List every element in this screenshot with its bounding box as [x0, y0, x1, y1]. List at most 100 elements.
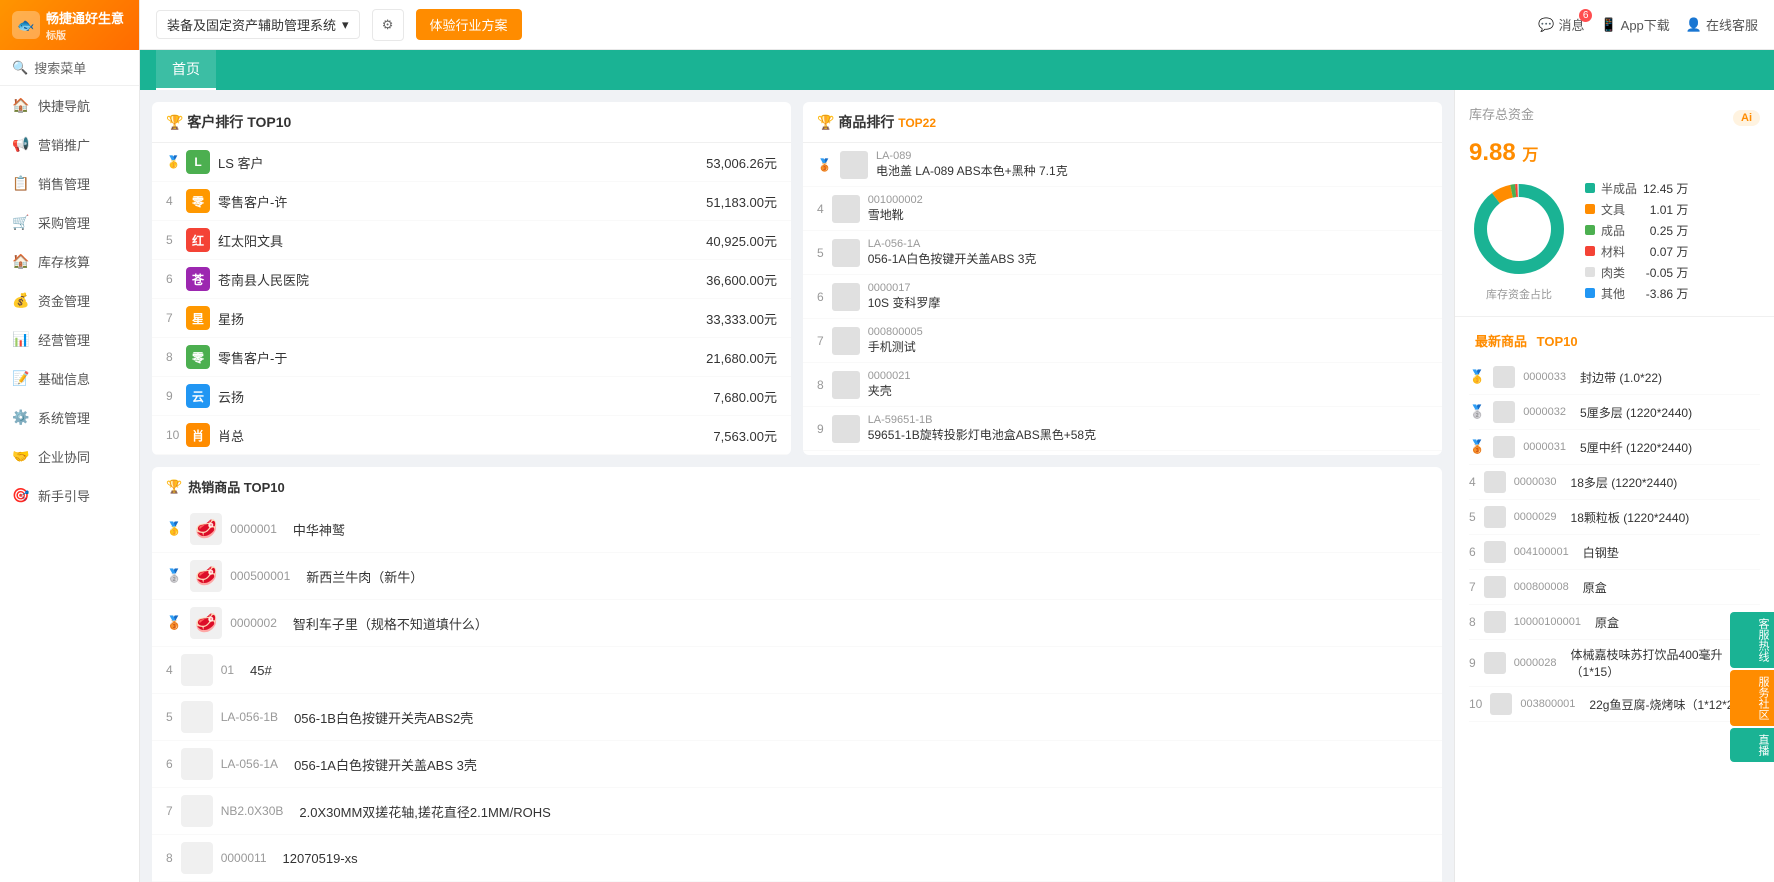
- product-code: 01: [221, 663, 234, 677]
- rank-number: 7: [1469, 580, 1476, 594]
- rank-number: 7: [817, 334, 824, 348]
- product-name: 5厘多层 (1220*2440): [1580, 404, 1760, 421]
- chart-subtitle: 库存资金占比: [1469, 286, 1569, 302]
- customer-amount: 33,333.00元: [706, 309, 777, 328]
- inventory-icon: 🏠: [12, 253, 30, 271]
- product-info: LA-056-1A 056-1A白色按键开关盖ABS 3克: [868, 238, 1428, 267]
- list-item: 8 0000011 12070519-xs: [152, 835, 1442, 882]
- sidebar: 🐟 畅捷通好生意 标版 🔍 搜索菜单 🏠 快捷导航 📢 营销推广 📋 销售管理 …: [0, 0, 140, 882]
- rank-number: 8: [817, 378, 824, 392]
- sidebar-item-system[interactable]: ⚙️ 系统管理: [0, 398, 139, 437]
- product-thumbnail: [1484, 471, 1506, 493]
- sidebar-item-guide[interactable]: 🎯 新手引导: [0, 476, 139, 515]
- rank-number: 🥉: [817, 158, 832, 172]
- product-thumbnail: [1484, 652, 1506, 674]
- sidebar-item-marketing[interactable]: 📢 营销推广: [0, 125, 139, 164]
- rank-number: 4: [166, 663, 173, 677]
- sidebar-item-label: 资金管理: [38, 291, 90, 310]
- rank-number: 9: [817, 422, 824, 436]
- sidebar-item-sales[interactable]: 📋 销售管理: [0, 164, 139, 203]
- legend-value: 1.01 万: [1650, 201, 1689, 218]
- product-thumbnail: [181, 842, 213, 874]
- search-menu-label: 搜索菜单: [34, 58, 86, 77]
- legend-dot: [1585, 267, 1595, 277]
- message-button[interactable]: 💬 消息 6: [1538, 15, 1584, 34]
- rank-icon: 🥉: [166, 615, 182, 631]
- customer-name: 苍南县人民医院: [218, 270, 706, 289]
- live-button[interactable]: 直播: [1730, 728, 1774, 762]
- sidebar-item-label: 企业协同: [38, 447, 90, 466]
- hot-products-title: 🏆 热销商品 TOP10: [152, 467, 1442, 496]
- sidebar-item-inventory[interactable]: 🏠 库存核算: [0, 242, 139, 281]
- customer-amount: 36,600.00元: [706, 270, 777, 289]
- sidebar-item-finance[interactable]: 💰 资金管理: [0, 281, 139, 320]
- search-icon: 🔍: [12, 60, 28, 76]
- sidebar-item-basic-info[interactable]: 📝 基础信息: [0, 359, 139, 398]
- gear-icon: ⚙: [382, 17, 394, 33]
- sidebar-item-label: 经营管理: [38, 330, 90, 349]
- product-code: 0000001: [230, 522, 277, 536]
- product-code: 003800001: [1520, 698, 1575, 710]
- list-item: 🥉 0000031 5厘中纤 (1220*2440): [1469, 430, 1760, 465]
- list-item: 7 000800008 原盒: [1469, 570, 1760, 605]
- sidebar-item-enterprise[interactable]: 🤝 企业协同: [0, 437, 139, 476]
- table-row: 8 零 零售客户-于 21,680.00元: [152, 338, 791, 377]
- online-service-label: 在线客服: [1706, 15, 1758, 34]
- product-name: 10S 变科罗摩: [868, 294, 1428, 311]
- service-icon: 👤: [1686, 17, 1702, 33]
- product-thumbnail: [181, 795, 213, 827]
- sidebar-item-quicknav[interactable]: 🏠 快捷导航: [0, 86, 139, 125]
- finance-icon: 💰: [12, 292, 30, 310]
- product-info: LA-089 电池盖 LA-089 ABS本色+黑种 7.1克: [876, 150, 1428, 179]
- system-selector[interactable]: 装备及固定资产辅助管理系统 ▾: [156, 10, 360, 39]
- product-thumbnail: [832, 415, 860, 443]
- try-button[interactable]: 体验行业方案: [416, 9, 522, 40]
- list-item: 🥈 0000032 5厘多层 (1220*2440): [1469, 395, 1760, 430]
- rank-number: 4: [1469, 475, 1476, 489]
- list-item: 5 0000029 18颗粒板 (1220*2440): [1469, 500, 1760, 535]
- table-row: 4 001000002 雪地靴: [803, 187, 1442, 231]
- product-code: LA-056-1A: [868, 238, 1428, 250]
- legend-value: -0.05 万: [1646, 264, 1689, 281]
- inventory-badge: Ai: [1733, 110, 1760, 126]
- customer-service-button[interactable]: 客服热线: [1730, 612, 1774, 668]
- list-item: 5 LA-056-1B 056-1B白色按键开关壳ABS2壳: [152, 694, 1442, 741]
- service-community-button[interactable]: 服务社区: [1730, 670, 1774, 726]
- message-badge: 6: [1579, 9, 1593, 22]
- list-item: 🥉 🥩 0000002 智利车子里（规格不知道填什么）: [152, 600, 1442, 647]
- sidebar-item-operations[interactable]: 📊 经营管理: [0, 320, 139, 359]
- sidebar-item-label: 新手引导: [38, 486, 90, 505]
- app-download-label: App下载: [1621, 15, 1670, 34]
- product-thumbnail: [1493, 366, 1515, 388]
- legend-value: 0.25 万: [1650, 222, 1689, 239]
- product-name: 新西兰牛肉（新牛）: [306, 567, 1428, 586]
- search-menu[interactable]: 🔍 搜索菜单: [0, 50, 139, 86]
- app-name: 畅捷通好生意: [46, 8, 124, 27]
- legend-item: 材料 0.07 万: [1585, 243, 1688, 260]
- sidebar-item-purchase[interactable]: 🛒 采购管理: [0, 203, 139, 242]
- product-thumbnail: [832, 371, 860, 399]
- legend-item: 文具 1.01 万: [1585, 201, 1688, 218]
- online-service-button[interactable]: 👤 在线客服: [1686, 15, 1758, 34]
- app-download-button[interactable]: 📱 App下载: [1600, 15, 1669, 34]
- tab-home[interactable]: 首页: [156, 50, 216, 90]
- product-ranking-title: 🏆 商品排行 TOP22: [803, 102, 1442, 143]
- rank-number: 10: [1469, 697, 1482, 711]
- inventory-value: 9.88: [1469, 139, 1516, 166]
- settings-button[interactable]: ⚙: [372, 9, 404, 41]
- customer-amount: 7,563.00元: [713, 426, 777, 445]
- product-name: 59651-1B旋转投影灯电池盒ABS黑色+58克: [868, 426, 1428, 443]
- table-row: 6 苍 苍南县人民医院 36,600.00元: [152, 260, 791, 299]
- table-row: 5 LA-056-1A 056-1A白色按键开关盖ABS 3克: [803, 231, 1442, 275]
- legend-dot: [1585, 183, 1595, 193]
- customer-name: 红太阳文具: [218, 231, 706, 250]
- rank-number: 5: [817, 246, 824, 260]
- list-item: 🥇 0000033 封边带 (1.0*22): [1469, 360, 1760, 395]
- home-icon: 🏠: [12, 97, 30, 115]
- rank-icon: 🥈: [166, 568, 182, 584]
- product-name: 18颗粒板 (1220*2440): [1571, 509, 1760, 526]
- rank-number: 8: [1469, 615, 1476, 629]
- basicinfo-icon: 📝: [12, 370, 30, 388]
- product-code: 0000028: [1514, 657, 1557, 669]
- table-row: 🥉 LA-089 电池盖 LA-089 ABS本色+黑种 7.1克: [803, 143, 1442, 187]
